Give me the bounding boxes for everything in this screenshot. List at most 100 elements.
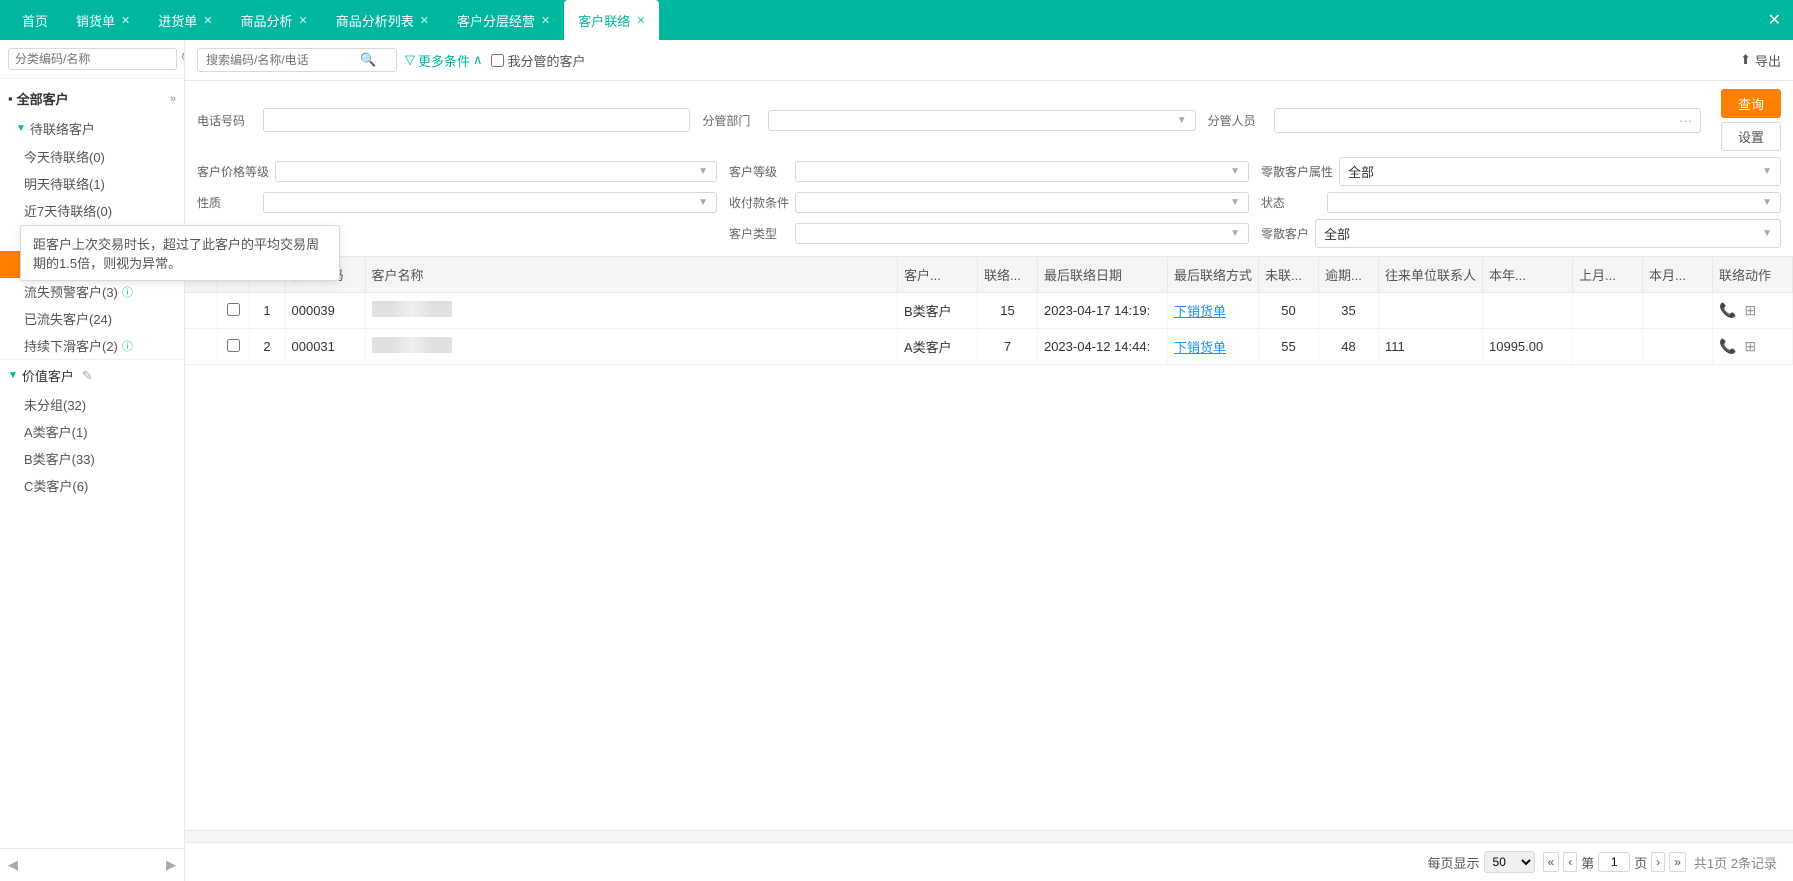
top-navigation: 首页 销货单 ✕ 进货单 ✕ 商品分析 ✕ 商品分析列表 ✕ 客户分层经营 ✕ … [0,0,1793,40]
filter-staff-select[interactable]: ··· [1274,108,1701,133]
window-close-button[interactable]: ✕ [1768,10,1781,30]
col-unreached[interactable]: 未联... [1258,257,1318,293]
filter-customer-level-select[interactable]: ▼ [795,161,1249,182]
sidebar-item-unclassified[interactable]: 未分组(32) [0,391,184,418]
col-type[interactable]: 客户... [897,257,977,293]
search-input[interactable] [206,53,356,67]
page-suffix: 页 [1634,853,1647,872]
per-page-select[interactable]: 50 100 200 [1484,851,1535,873]
sidebar-item-lost[interactable]: 已流失客户(24) [0,305,184,332]
row-checkbox[interactable] [217,329,249,365]
filter-status-arrow: ▼ [1762,197,1772,208]
row-checkbox[interactable] [217,293,249,329]
filter-scatter-customer-arrow: ▼ [1762,228,1772,239]
nav-item-home-label: 首页 [22,11,48,30]
search-icon[interactable]: 🔍 [360,52,376,68]
nav-item-sales[interactable]: 销货单 ✕ [62,0,144,40]
sidebar-collapse-icon[interactable]: » [170,93,176,105]
page-number-input[interactable] [1598,852,1630,872]
sidebar-nav-right-arrow[interactable]: ▶ [162,855,180,875]
sidebar-pending-group[interactable]: ▼ 待联络客户 [0,114,184,143]
nav-item-analysis-list[interactable]: 商品分析列表 ✕ [322,0,443,40]
row-method[interactable]: 下销货单 [1167,293,1258,329]
nav-item-sales-close[interactable]: ✕ [121,14,130,27]
nav-item-analysis-list-close[interactable]: ✕ [420,14,429,27]
more-filter-btn[interactable]: ▽ 更多条件 ∧ [405,51,483,70]
sidebar-item-declining[interactable]: 持续下滑客户(2) ⓘ [0,332,184,359]
sidebar-item-a-class[interactable]: A类客户(1) [0,418,184,445]
nav-item-customer-contact[interactable]: 客户联络 ✕ [564,0,659,40]
nav-item-purchase-close[interactable]: ✕ [203,14,212,27]
sidebar-value-group-edit-icon[interactable]: ✎ [82,368,93,384]
nav-item-analysis-close[interactable]: ✕ [299,14,308,27]
sidebar-item-c-class[interactable]: C类客户(6) [0,472,184,499]
nav-item-purchase[interactable]: 进货单 ✕ [144,0,226,40]
col-name[interactable]: 客户名称 [365,257,897,293]
filter-customer-type-select[interactable]: ▼ [795,223,1249,244]
sidebar-all-customers[interactable]: ▪ 全部客户 » [0,83,184,114]
filter-status-label: 状态 [1261,194,1321,211]
sidebar-nav-left-arrow[interactable]: ◀ [4,855,22,875]
search-box[interactable]: 🔍 [197,48,397,72]
action-grid-icon[interactable]: ⊞ [1744,302,1756,319]
col-contact[interactable]: 联络... [977,257,1037,293]
col-overdue[interactable]: 逾期... [1318,257,1378,293]
filter-scatter-customer-select[interactable]: 全部 ▼ [1315,219,1781,248]
action-phone-icon[interactable]: 📞 [1719,302,1736,319]
filter-scatter-attr-label: 零散客户属性 [1261,163,1333,180]
col-contact-person[interactable]: 往来单位联系人 [1378,257,1482,293]
row-thismonth [1643,293,1713,329]
row-method[interactable]: 下销货单 [1167,329,1258,365]
sidebar-item-7days[interactable]: 近7天待联络(0) [0,197,184,224]
row-overdue: 48 [1318,329,1378,365]
last-page-btn[interactable]: » [1669,852,1686,872]
sidebar-item-unclassified-label: 未分组(32) [24,398,86,413]
filter-staff-dots[interactable]: ··· [1679,113,1692,128]
filter-status-select[interactable]: ▼ [1327,192,1781,213]
first-page-btn[interactable]: « [1543,852,1560,872]
bottom-scrollbar[interactable] [185,830,1793,842]
prev-page-btn[interactable]: ‹ [1563,852,1577,872]
col-method[interactable]: 最后联络方式 [1167,257,1258,293]
col-thisyear[interactable]: 本年... [1483,257,1573,293]
row-contact-person: 111 [1378,329,1482,365]
filter-phone-input[interactable] [263,108,690,132]
col-lastmonth[interactable]: 上月... [1573,257,1643,293]
filter-price-level-select[interactable]: ▼ [275,161,717,182]
filter-dept-select[interactable]: ▼ [768,110,1195,131]
sidebar-search-input[interactable] [8,48,177,70]
nav-item-analysis[interactable]: 商品分析 ✕ [226,0,321,40]
sidebar-item-tomorrow[interactable]: 明天待联络(1) [0,170,184,197]
filter-gender-select[interactable]: ▼ [263,192,717,213]
nav-item-customer-mgmt-close[interactable]: ✕ [541,14,550,27]
filter-scatter-attr-select[interactable]: 全部 ▼ [1339,157,1781,186]
action-phone-icon[interactable]: 📞 [1719,338,1736,355]
filter-staff-label: 分管人员 [1208,112,1268,129]
sidebar: 🔍 ▪ 全部客户 » ▼ 待联络客户 今天待联络(0) 明天待联络(1) 近7天… [0,40,185,881]
export-button[interactable]: ⬆ 导出 [1740,51,1781,70]
sidebar-item-lost-preview-info-icon: ⓘ [122,284,133,300]
settings-button[interactable]: 设置 [1721,122,1781,151]
query-button[interactable]: 查询 [1721,89,1781,118]
my-customers-checkbox[interactable] [491,54,504,67]
sidebar-item-lost-preview[interactable]: 流失预警客户(3) ⓘ [0,278,184,305]
nav-item-home[interactable]: 首页 [8,0,62,40]
filter-customer-level-label: 客户等级 [729,163,789,180]
sidebar-pending-group-label: 待联络客户 [30,119,95,138]
my-customers-check[interactable]: 我分管的客户 [491,51,586,70]
col-thismonth[interactable]: 本月... [1643,257,1713,293]
filter-payment-select[interactable]: ▼ [795,192,1249,213]
row-action: 📞 ⊞ [1713,329,1793,365]
action-grid-icon[interactable]: ⊞ [1744,338,1756,355]
row-type: B类客户 [897,293,977,329]
nav-item-customer-contact-close[interactable]: ✕ [636,14,645,27]
sidebar-item-b-class[interactable]: B类客户(33) [0,445,184,472]
next-page-btn[interactable]: › [1651,852,1665,872]
sidebar-item-today[interactable]: 今天待联络(0) [0,143,184,170]
filter-row-3: 性质 ▼ 收付款条件 ▼ 状态 [197,192,1781,213]
sidebar-item-declining-label: 持续下滑客户(2) [24,336,118,355]
col-date[interactable]: 最后联络日期 [1037,257,1167,293]
row-lastmonth [1573,329,1643,365]
col-name-label: 客户名称 [372,268,424,283]
nav-item-customer-mgmt[interactable]: 客户分层经营 ✕ [443,0,564,40]
